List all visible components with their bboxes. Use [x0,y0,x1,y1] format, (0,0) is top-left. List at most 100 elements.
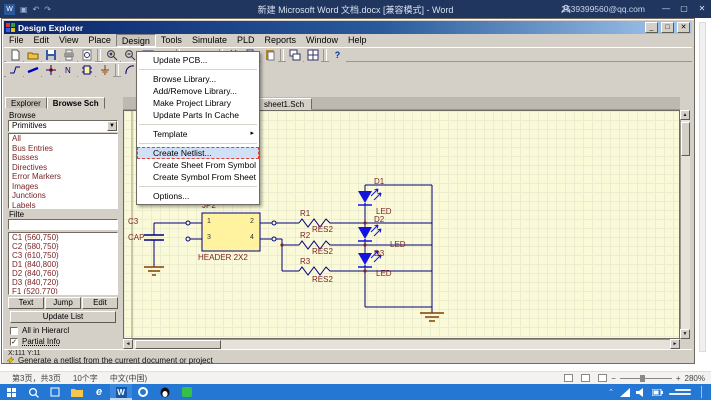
c3-type-label[interactable]: CAP [128,233,144,242]
update-list-button[interactable]: Update List [10,311,116,323]
account-email[interactable]: 2539399560@qq.com [561,4,645,14]
tab-browse-sch[interactable]: Browse Sch [47,97,105,109]
r1-type-label[interactable]: RES2 [312,225,333,234]
part-tool-button[interactable] [78,63,95,77]
menu-item-template[interactable]: Template ▸ [137,128,259,140]
zoom-slider[interactable] [620,378,672,379]
taskbar-file-explorer[interactable] [66,384,88,400]
d2-ref-label[interactable]: D2 [374,215,384,224]
word-restore-button[interactable]: ▢ [675,0,693,18]
volume-icon[interactable] [636,388,646,397]
print-layout-icon[interactable] [581,374,590,382]
list-item[interactable]: Error Markers [9,172,117,182]
menu-item-make-project-library[interactable]: Make Project Library [137,97,259,109]
menu-item-create-netlist[interactable]: Create Netlist... [137,147,259,159]
menu-item-options[interactable]: Options... [137,190,259,202]
taskbar-wechat[interactable] [176,384,198,400]
primitives-select[interactable]: Primitives ▼ [8,120,118,132]
tab-explorer[interactable]: Explorer [5,97,47,109]
list-item[interactable]: C1 (560,750) [9,233,117,242]
help-button[interactable]: ? [329,48,346,62]
zoom-slider-thumb[interactable] [640,375,645,382]
d3-type-label[interactable]: LED [376,269,392,278]
start-button[interactable] [0,384,22,400]
print-button[interactable] [60,48,77,62]
save-quick-icon[interactable]: ▣ [20,5,28,14]
language-indicator[interactable]: 中文(中国) [110,373,147,384]
jp2-type-label[interactable]: HEADER 2X2 [198,253,248,262]
power-port-tool-button[interactable] [96,63,113,77]
task-view-button[interactable] [44,384,66,400]
scroll-left-icon[interactable]: ◄ [123,339,133,349]
partial-info-checkbox[interactable]: ✓ [10,338,18,346]
list-item[interactable]: F1 (520,770) [9,287,117,295]
app-maximize-button[interactable]: □ [661,22,674,33]
r1-ref-label[interactable]: R1 [300,209,310,218]
list-item[interactable]: D3 (840,720) [9,278,117,287]
page-indicator[interactable]: 第3页，共3页 [12,373,61,384]
print-preview-button[interactable] [78,48,95,62]
word-minimize-button[interactable]: — [657,0,675,18]
menu-window[interactable]: Window [301,34,343,47]
connector-jp2-symbol[interactable] [186,213,276,251]
undo-quick-icon[interactable]: ↶ [33,5,40,14]
menu-item-create-symbol-from-sheet[interactable]: Create Symbol From Sheet [137,171,259,183]
text-button[interactable]: Text [8,297,44,309]
r3-type-label[interactable]: RES2 [312,275,333,284]
vertical-scroll-thumb[interactable] [681,122,690,156]
app-close-button[interactable]: ✕ [677,22,690,33]
menu-help[interactable]: Help [343,34,372,47]
menu-edit[interactable]: Edit [29,34,55,47]
menu-item-create-sheet-from-symbol[interactable]: Create Sheet From Symbol [137,159,259,171]
menu-reports[interactable]: Reports [259,34,301,47]
menu-item-update-pcb[interactable]: Update PCB... [137,54,259,66]
tab-sheet1[interactable]: sheet1.Sch [256,98,312,110]
junction-tool-button[interactable] [42,63,59,77]
list-item[interactable]: D1 (840,800) [9,260,117,269]
menu-design[interactable]: Design [116,34,156,47]
ground-symbols[interactable] [144,267,444,321]
show-desktop-button[interactable] [701,386,703,398]
zoom-percentage[interactable]: 280% [685,374,705,383]
wire-tool-button[interactable] [6,63,23,77]
horizontal-scroll-thumb[interactable] [135,340,221,349]
horizontal-scrollbar[interactable]: ◄ ► [123,339,680,349]
taskbar-word[interactable]: W [110,384,132,400]
web-layout-icon[interactable] [598,374,607,382]
taskbar-browser[interactable] [132,384,154,400]
battery-icon[interactable] [652,389,663,396]
list-item[interactable]: Busses [9,153,117,163]
menu-place[interactable]: Place [83,34,116,47]
save-button[interactable] [42,48,59,62]
word-close-button[interactable]: ✕ [693,0,711,18]
menu-tools[interactable]: Tools [156,34,187,47]
list-item[interactable]: Junctions [9,191,117,201]
menu-file[interactable]: File [4,34,29,47]
cascade-windows-button[interactable] [286,48,303,62]
menu-item-browse-library[interactable]: Browse Library... [137,73,259,85]
c3-ref-label[interactable]: C3 [128,217,138,226]
d2-type-label[interactable]: LED [390,240,406,249]
list-item[interactable]: All [9,134,117,144]
zoom-out-control[interactable]: − [611,374,616,383]
r2-ref-label[interactable]: R2 [300,231,310,240]
r3-ref-label[interactable]: R3 [300,257,310,266]
zoom-in-button[interactable] [103,48,120,62]
list-item[interactable]: Directives [9,163,117,173]
list-item[interactable]: C3 (610,750) [9,251,117,260]
list-item[interactable]: Labels [9,201,117,210]
menu-item-add-remove-library[interactable]: Add/Remove Library... [137,85,259,97]
menu-item-update-parts-in-cache[interactable]: Update Parts In Cache [137,109,259,121]
open-button[interactable] [24,48,41,62]
d1-ref-label[interactable]: D1 [374,177,384,186]
net-label-tool-button[interactable]: N [60,63,77,77]
jump-button[interactable]: Jump [45,297,81,309]
taskbar-edge[interactable]: e [88,384,110,400]
search-button[interactable] [22,384,44,400]
bus-tool-button[interactable] [24,63,41,77]
tray-clock[interactable] [669,389,691,395]
list-item[interactable]: D2 (840,760) [9,269,117,278]
app-minimize-button[interactable]: _ [645,22,658,33]
scroll-right-icon[interactable]: ► [670,339,680,349]
redo-quick-icon[interactable]: ↷ [44,5,51,14]
